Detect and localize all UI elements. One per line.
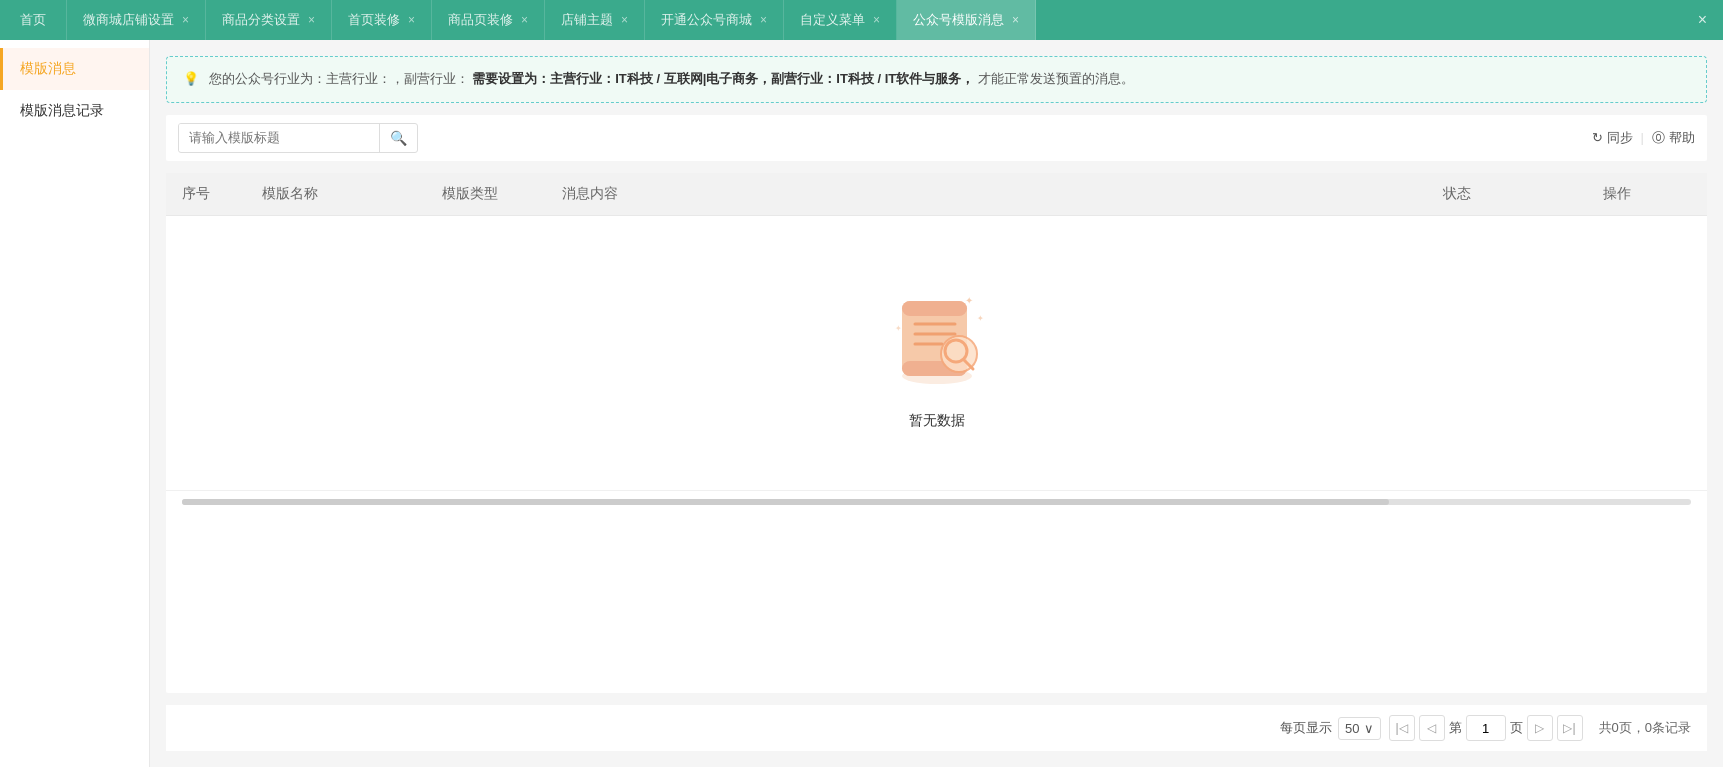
tab-home-label: 首页	[20, 11, 46, 29]
notice-icon: 💡	[183, 71, 199, 86]
last-page-button[interactable]: ▷|	[1557, 715, 1583, 741]
notice-box: 💡 您的公众号行业为：主营行业：，副营行业： 需要设置为：主营行业：IT科技 /…	[166, 56, 1707, 103]
page-size-select-box[interactable]: 50 ∨	[1338, 717, 1380, 740]
table-header: 序号 模版名称 模版类型 消息内容 状态 操作	[166, 173, 1707, 216]
page-suffix: 页	[1510, 719, 1523, 737]
sync-icon: ↻	[1592, 130, 1603, 145]
chevron-down-icon: ∨	[1364, 721, 1374, 736]
tab-template-msg-label: 公众号模版消息	[913, 11, 1004, 29]
tab-template-msg-close[interactable]: ×	[1012, 13, 1019, 27]
tab-custom-menu-close[interactable]: ×	[873, 13, 880, 27]
tab-shop-settings[interactable]: 微商城店铺设置 ×	[67, 0, 206, 40]
search-input[interactable]	[179, 124, 379, 151]
tab-category-settings[interactable]: 商品分类设置 ×	[206, 0, 332, 40]
tab-category-settings-label: 商品分类设置	[222, 11, 300, 29]
tab-shop-settings-label: 微商城店铺设置	[83, 11, 174, 29]
tab-custom-menu-label: 自定义菜单	[800, 11, 865, 29]
notice-text-suffix: 才能正常发送预置的消息。	[978, 71, 1134, 86]
tab-bar: 首页 微商城店铺设置 × 商品分类设置 × 首页装修 × 商品页装修 × 店铺主…	[0, 0, 1723, 40]
sync-button[interactable]: ↻ 同步	[1592, 129, 1633, 147]
scrollbar-thumb[interactable]	[182, 499, 1389, 505]
search-button[interactable]: 🔍	[379, 124, 417, 152]
svg-text:✦: ✦	[977, 314, 984, 323]
sidebar-item-template-msg-record[interactable]: 模版消息记录	[0, 90, 149, 132]
empty-illustration: ✦ ✦ ✦	[877, 276, 997, 396]
page-label: 第	[1449, 719, 1462, 737]
fake-scrollbar[interactable]	[182, 499, 1691, 505]
divider: |	[1641, 130, 1644, 145]
tab-shop-theme-label: 店铺主题	[561, 11, 613, 29]
col-status: 状态	[1427, 173, 1587, 215]
col-name: 模版名称	[246, 173, 426, 215]
table: 序号 模版名称 模版类型 消息内容 状态 操作	[166, 173, 1707, 693]
page-input[interactable]	[1466, 715, 1506, 741]
tab-homepage-decor-close[interactable]: ×	[408, 13, 415, 27]
sync-label: 同步	[1607, 129, 1633, 147]
tab-product-decor-label: 商品页装修	[448, 11, 513, 29]
next-page-button[interactable]: ▷	[1527, 715, 1553, 741]
help-icon: ⓪	[1652, 129, 1665, 147]
content-area: 💡 您的公众号行业为：主营行业：，副营行业： 需要设置为：主营行业：IT科技 /…	[150, 40, 1723, 767]
tab-open-mall[interactable]: 开通公众号商城 ×	[645, 0, 784, 40]
first-page-button[interactable]: |◁	[1389, 715, 1415, 741]
tab-shop-theme-close[interactable]: ×	[621, 13, 628, 27]
tab-open-mall-label: 开通公众号商城	[661, 11, 752, 29]
search-area: 🔍	[178, 123, 418, 153]
prev-page-button[interactable]: ◁	[1419, 715, 1445, 741]
svg-text:✦: ✦	[965, 295, 973, 306]
svg-text:✦: ✦	[895, 324, 902, 333]
total-info: 共0页，0条记录	[1599, 719, 1691, 737]
page-size-selector: 每页显示 50 ∨	[1280, 717, 1380, 740]
tab-shop-settings-close[interactable]: ×	[182, 13, 189, 27]
page-navigation: |◁ ◁ 第 页 ▷ ▷|	[1389, 715, 1583, 741]
tab-homepage-decor-label: 首页装修	[348, 11, 400, 29]
sidebar-item-template-msg[interactable]: 模版消息	[0, 48, 149, 90]
toolbar: 🔍 ↻ 同步 | ⓪ 帮助	[166, 115, 1707, 161]
tab-product-decor-close[interactable]: ×	[521, 13, 528, 27]
pagination: 每页显示 50 ∨ |◁ ◁ 第 页 ▷ ▷| 共0页，0条记录	[166, 705, 1707, 751]
col-type: 模版类型	[426, 173, 546, 215]
help-label: 帮助	[1669, 129, 1695, 147]
sidebar-item-template-msg-record-label: 模版消息记录	[20, 102, 104, 118]
toolbar-right: ↻ 同步 | ⓪ 帮助	[1592, 129, 1695, 147]
sidebar: 模版消息 模版消息记录	[0, 40, 150, 767]
svg-rect-2	[902, 301, 967, 316]
col-index: 序号	[166, 173, 246, 215]
page-size-label: 每页显示	[1280, 719, 1332, 737]
notice-highlight: 需要设置为：主营行业：IT科技 / 互联网|电子商务，副营行业：IT科技 / I…	[472, 71, 974, 86]
tab-custom-menu[interactable]: 自定义菜单 ×	[784, 0, 897, 40]
page-size-value: 50	[1345, 721, 1359, 736]
tab-product-decor[interactable]: 商品页装修 ×	[432, 0, 545, 40]
tab-open-mall-close[interactable]: ×	[760, 13, 767, 27]
col-action: 操作	[1587, 173, 1707, 215]
empty-state: ✦ ✦ ✦ 暂无数据	[166, 216, 1707, 490]
scrollbar-area	[166, 490, 1707, 513]
tab-template-msg[interactable]: 公众号模版消息 ×	[897, 0, 1036, 40]
main-layout: 模版消息 模版消息记录 💡 您的公众号行业为：主营行业：，副营行业： 需要设置为…	[0, 40, 1723, 767]
search-icon: 🔍	[390, 130, 407, 146]
tab-shop-theme[interactable]: 店铺主题 ×	[545, 0, 645, 40]
help-button[interactable]: ⓪ 帮助	[1652, 129, 1695, 147]
notice-text-prefix: 您的公众号行业为：主营行业：，副营行业：	[209, 71, 469, 86]
empty-text: 暂无数据	[909, 412, 965, 430]
tab-home[interactable]: 首页	[0, 0, 67, 40]
tab-category-settings-close[interactable]: ×	[308, 13, 315, 27]
sidebar-item-template-msg-label: 模版消息	[20, 60, 76, 76]
col-content: 消息内容	[546, 173, 1427, 215]
close-all-button[interactable]: ×	[1682, 11, 1723, 29]
tab-homepage-decor[interactable]: 首页装修 ×	[332, 0, 432, 40]
